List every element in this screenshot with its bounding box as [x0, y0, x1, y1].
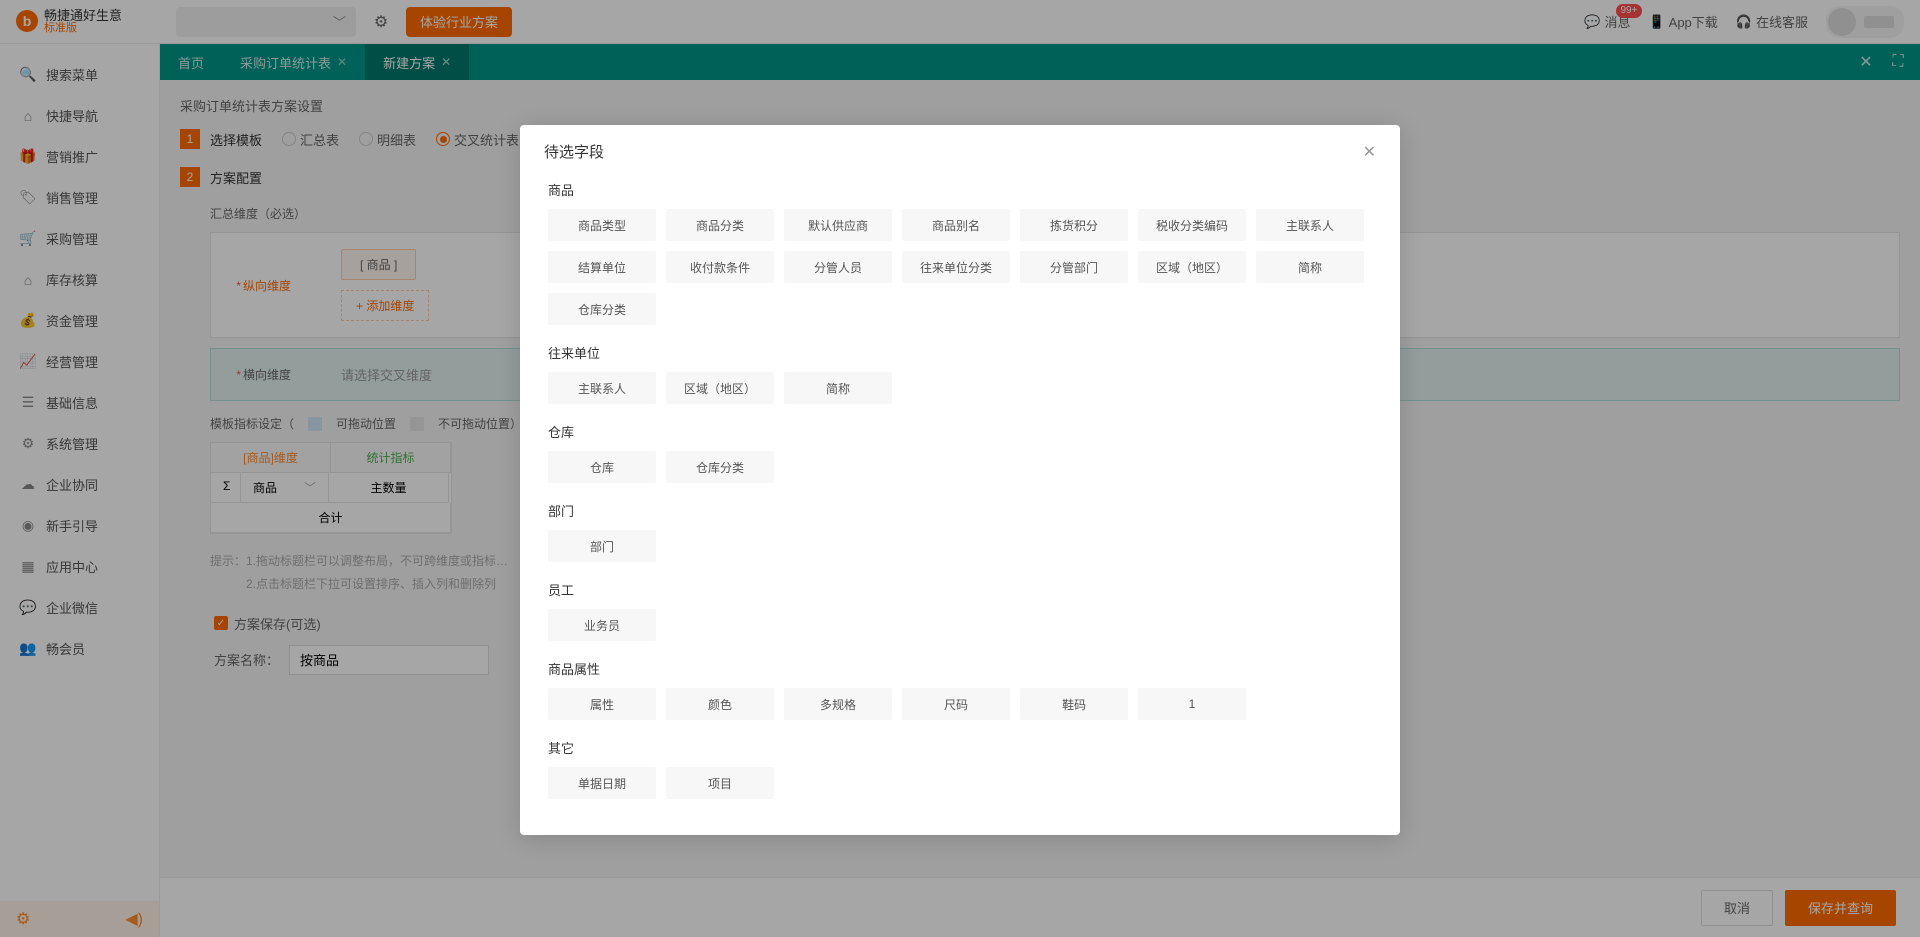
field-chip[interactable]: 区域（地区） [1138, 251, 1246, 283]
field-chips: 主联系人区域（地区） 简称 [548, 372, 1372, 404]
field-chip[interactable]: 结算单位 [548, 251, 656, 283]
field-group-title: 员工 [548, 580, 1372, 599]
field-chip[interactable]: 1 [1138, 688, 1246, 720]
field-group-5: 商品属性属性颜色多规格尺码鞋码 1 [548, 659, 1372, 720]
modal-body: 商品商品类型商品分类默认供应商商品别名拣货积分税收分类编码主联系人结算单位收付款… [520, 176, 1400, 835]
field-chip[interactable]: 鞋码 [1020, 688, 1128, 720]
field-chip[interactable]: 颜色 [666, 688, 774, 720]
field-chip[interactable]: 仓库分类 [548, 293, 656, 325]
field-group-1: 往来单位主联系人区域（地区） 简称 [548, 343, 1372, 404]
field-chip[interactable]: 分管人员 [784, 251, 892, 283]
modal-title: 待选字段 [544, 141, 604, 162]
field-group-2: 仓库仓库仓库分类 [548, 422, 1372, 483]
field-chip[interactable]: 往来单位分类 [902, 251, 1010, 283]
field-chip[interactable]: 商品类型 [548, 209, 656, 241]
field-chip[interactable]: 分管部门 [1020, 251, 1128, 283]
field-chip[interactable]: 简称 [1256, 251, 1364, 283]
field-chip[interactable]: 尺码 [902, 688, 1010, 720]
field-chips: 仓库仓库分类 [548, 451, 1372, 483]
field-group-title: 部门 [548, 501, 1372, 520]
field-chips: 单据日期项目 [548, 767, 1372, 799]
field-chip[interactable]: 仓库分类 [666, 451, 774, 483]
field-group-title: 其它 [548, 738, 1372, 757]
field-selector-modal: 待选字段 ✕ 商品商品类型商品分类默认供应商商品别名拣货积分税收分类编码主联系人… [520, 125, 1400, 835]
field-chip[interactable]: 拣货积分 [1020, 209, 1128, 241]
field-group-6: 其它单据日期项目 [548, 738, 1372, 799]
field-chips: 业务员 [548, 609, 1372, 641]
modal-header: 待选字段 ✕ [520, 125, 1400, 176]
field-chip[interactable]: 税收分类编码 [1138, 209, 1246, 241]
field-chip[interactable]: 业务员 [548, 609, 656, 641]
field-group-title: 商品 [548, 180, 1372, 199]
field-chip[interactable]: 多规格 [784, 688, 892, 720]
field-chips: 部门 [548, 530, 1372, 562]
field-chips: 商品类型商品分类默认供应商商品别名拣货积分税收分类编码主联系人结算单位收付款条件… [548, 209, 1372, 325]
field-group-0: 商品商品类型商品分类默认供应商商品别名拣货积分税收分类编码主联系人结算单位收付款… [548, 180, 1372, 325]
modal-close-button[interactable]: ✕ [1363, 142, 1376, 162]
field-group-title: 仓库 [548, 422, 1372, 441]
field-chip[interactable]: 默认供应商 [784, 209, 892, 241]
field-chip[interactable]: 单据日期 [548, 767, 656, 799]
field-chip[interactable]: 收付款条件 [666, 251, 774, 283]
field-chip[interactable]: 主联系人 [548, 372, 656, 404]
field-chip[interactable]: 项目 [666, 767, 774, 799]
field-chips: 属性颜色多规格尺码鞋码 1 [548, 688, 1372, 720]
field-chip[interactable]: 区域（地区） [666, 372, 774, 404]
field-chip[interactable]: 主联系人 [1256, 209, 1364, 241]
field-chip[interactable]: 属性 [548, 688, 656, 720]
field-group-4: 员工业务员 [548, 580, 1372, 641]
field-chip[interactable]: 商品别名 [902, 209, 1010, 241]
field-chip[interactable]: 仓库 [548, 451, 656, 483]
field-chip[interactable]: 部门 [548, 530, 656, 562]
field-group-3: 部门部门 [548, 501, 1372, 562]
field-chip[interactable]: 商品分类 [666, 209, 774, 241]
field-chip[interactable]: 简称 [784, 372, 892, 404]
field-group-title: 商品属性 [548, 659, 1372, 678]
field-group-title: 往来单位 [548, 343, 1372, 362]
